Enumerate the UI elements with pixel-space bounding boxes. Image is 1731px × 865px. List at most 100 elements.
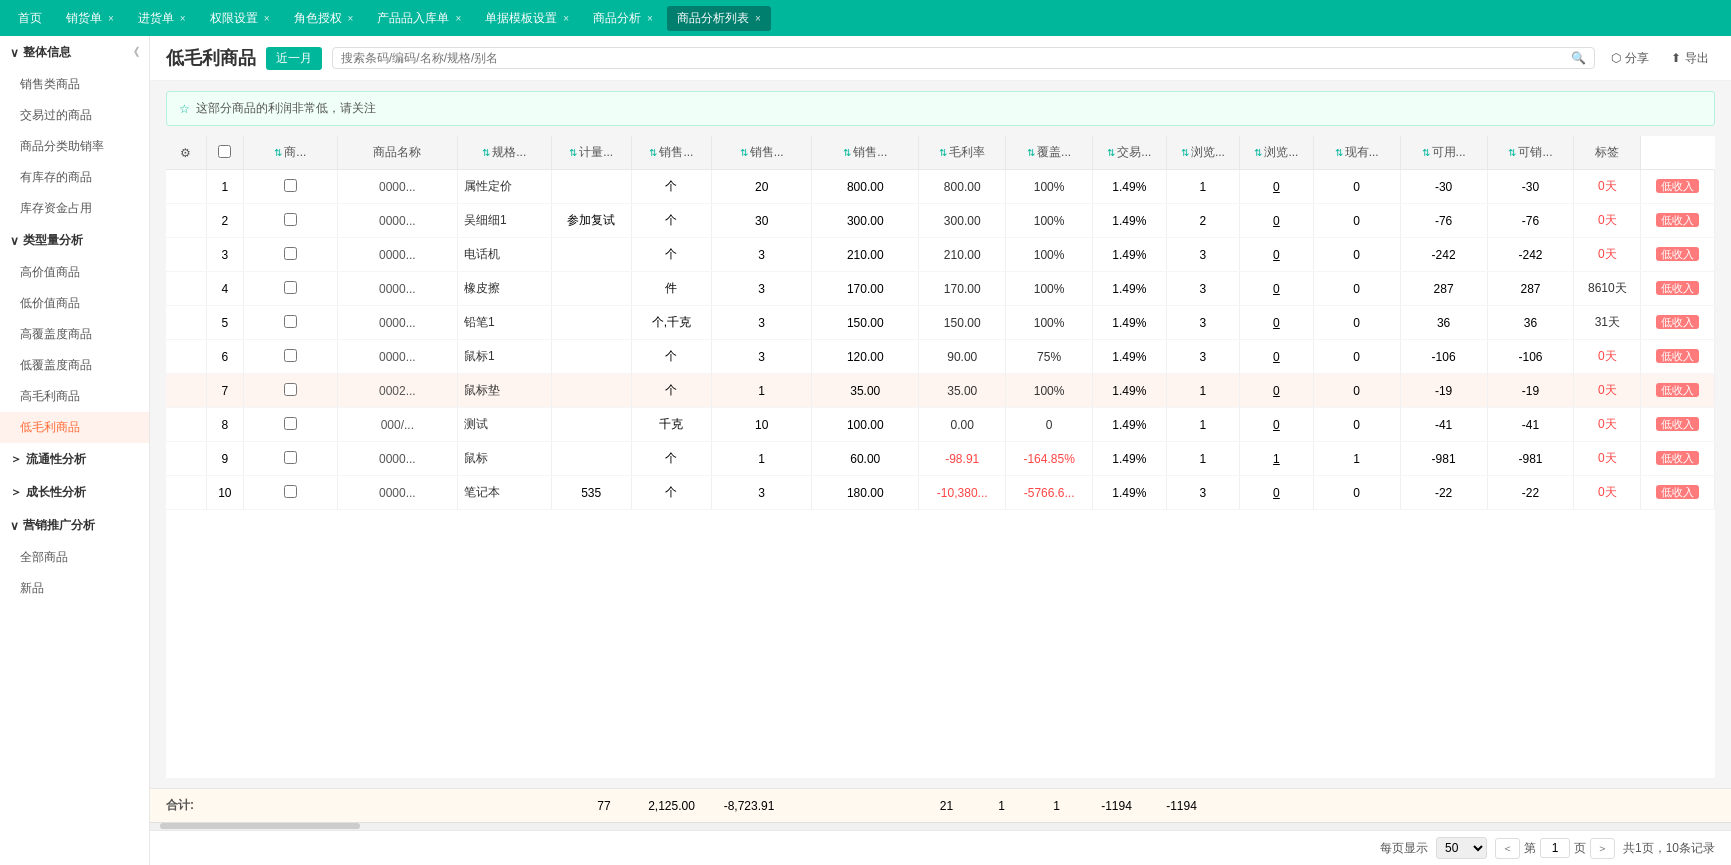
nav-product-entry[interactable]: 产品品入库单 ×: [367, 6, 471, 31]
col-coverage-cell: 1.49%: [1093, 442, 1167, 476]
close-permissions-icon[interactable]: ×: [264, 13, 270, 24]
nav-purchase-order[interactable]: 进货单 ×: [128, 6, 196, 31]
sidebar-group-circulation[interactable]: ＞ 流通性分析: [0, 443, 149, 476]
nav-product-analysis-list[interactable]: 商品分析列表 ×: [667, 6, 771, 31]
th-saleable[interactable]: ⇅可销...: [1487, 136, 1574, 170]
row-checkbox[interactable]: [284, 213, 297, 226]
col-browse1-cell[interactable]: 0: [1240, 170, 1314, 204]
row-checkbox[interactable]: [284, 417, 297, 430]
export-button[interactable]: ⬆ 导出: [1665, 47, 1715, 70]
col-check-cell[interactable]: [244, 408, 338, 442]
sidebar-item-category-rate[interactable]: 商品分类助销率: [0, 131, 149, 162]
settings-icon[interactable]: ⚙: [180, 146, 191, 160]
col-check-cell[interactable]: [244, 476, 338, 510]
search-icon[interactable]: 🔍: [1571, 51, 1586, 65]
col-check-cell[interactable]: [244, 170, 338, 204]
col-browse1-cell[interactable]: 1: [1240, 442, 1314, 476]
col-name-cell: 电话机: [457, 238, 551, 272]
sidebar-item-low-coverage[interactable]: 低覆盖度商品: [0, 350, 149, 381]
sidebar-group-overall[interactable]: ∨ 整体信息 《: [0, 36, 149, 69]
col-browse1-cell[interactable]: 0: [1240, 306, 1314, 340]
col-check-cell[interactable]: [244, 272, 338, 306]
page-suffix-label: 页: [1574, 840, 1586, 857]
th-settings[interactable]: ⚙: [166, 136, 206, 170]
sidebar-item-stock-capital[interactable]: 库存资金占用: [0, 193, 149, 224]
col-sales-qty-cell: 3: [712, 340, 812, 374]
col-check-cell[interactable]: [244, 442, 338, 476]
sidebar-group-type-analysis[interactable]: ∨ 类型量分析: [0, 224, 149, 257]
th-browse1[interactable]: ⇅浏览...: [1166, 136, 1240, 170]
nav-home[interactable]: 首页: [8, 6, 52, 31]
th-unit[interactable]: ⇅计量...: [551, 136, 631, 170]
th-coverage[interactable]: ⇅覆盖...: [1006, 136, 1093, 170]
col-spec-cell: [551, 374, 631, 408]
close-template-settings-icon[interactable]: ×: [563, 13, 569, 24]
th-trade[interactable]: ⇅交易...: [1093, 136, 1167, 170]
col-browse1-cell[interactable]: 0: [1240, 340, 1314, 374]
close-purchase-order-icon[interactable]: ×: [180, 13, 186, 24]
th-gross-rate[interactable]: ⇅毛利率: [919, 136, 1006, 170]
close-role-auth-icon[interactable]: ×: [348, 13, 354, 24]
row-checkbox[interactable]: [284, 247, 297, 260]
close-product-analysis-list-icon[interactable]: ×: [755, 13, 761, 24]
nav-sales-order[interactable]: 销货单 ×: [56, 6, 124, 31]
col-check-cell[interactable]: [244, 374, 338, 408]
col-browse1-cell[interactable]: 0: [1240, 408, 1314, 442]
sidebar-item-all-goods[interactable]: 全部商品: [0, 542, 149, 573]
row-checkbox[interactable]: [284, 179, 297, 192]
col-check-cell[interactable]: [244, 238, 338, 272]
share-button[interactable]: ⬡ 分享: [1605, 47, 1655, 70]
sidebar-item-high-coverage[interactable]: 高覆盖度商品: [0, 319, 149, 350]
sidebar-group-marketing[interactable]: ∨ 营销推广分析: [0, 509, 149, 542]
sidebar-item-high-value[interactable]: 高价值商品: [0, 257, 149, 288]
th-sales-profit[interactable]: ⇅销售...: [812, 136, 919, 170]
row-checkbox[interactable]: [284, 281, 297, 294]
page-number-input[interactable]: [1540, 838, 1570, 858]
th-browse2[interactable]: ⇅浏览...: [1240, 136, 1314, 170]
col-check-cell[interactable]: [244, 204, 338, 238]
sidebar-item-in-stock[interactable]: 有库存的商品: [0, 162, 149, 193]
col-check-cell[interactable]: [244, 306, 338, 340]
per-page-select[interactable]: 50 20 100: [1436, 837, 1487, 859]
th-check[interactable]: [206, 136, 243, 170]
th-current[interactable]: ⇅现有...: [1313, 136, 1400, 170]
close-sales-order-icon[interactable]: ×: [108, 13, 114, 24]
sidebar-item-sales-goods[interactable]: 销售类商品: [0, 69, 149, 100]
horizontal-scrollbar[interactable]: [150, 822, 1731, 830]
sidebar-group-growth[interactable]: ＞ 成长性分析: [0, 476, 149, 509]
th-sales-price[interactable]: ⇅销售...: [712, 136, 812, 170]
period-button[interactable]: 近一月: [266, 47, 322, 70]
th-spec[interactable]: ⇅规格...: [457, 136, 551, 170]
sidebar-item-low-margin[interactable]: 低毛利商品: [0, 412, 149, 443]
th-available[interactable]: ⇅可用...: [1400, 136, 1487, 170]
nav-template-settings[interactable]: 单据模板设置 ×: [475, 6, 579, 31]
sidebar-item-low-value[interactable]: 低价值商品: [0, 288, 149, 319]
row-checkbox[interactable]: [284, 383, 297, 396]
search-input[interactable]: [341, 51, 1565, 65]
close-product-analysis-icon[interactable]: ×: [647, 13, 653, 24]
col-browse2-cell: 0: [1313, 476, 1400, 510]
nav-permissions[interactable]: 权限设置 ×: [200, 6, 280, 31]
close-product-entry-icon[interactable]: ×: [455, 13, 461, 24]
row-checkbox[interactable]: [284, 349, 297, 362]
sidebar-item-traded-goods[interactable]: 交易过的商品: [0, 100, 149, 131]
next-page-button[interactable]: ＞: [1590, 838, 1615, 859]
sidebar-item-high-margin[interactable]: 高毛利商品: [0, 381, 149, 412]
nav-role-auth[interactable]: 角色授权 ×: [284, 6, 364, 31]
collapse-sidebar-btn[interactable]: 《: [128, 45, 139, 60]
col-check-cell[interactable]: [244, 340, 338, 374]
col-browse1-cell[interactable]: 0: [1240, 238, 1314, 272]
col-browse1-cell[interactable]: 0: [1240, 374, 1314, 408]
nav-product-analysis[interactable]: 商品分析 ×: [583, 6, 663, 31]
th-sales-qty[interactable]: ⇅销售...: [631, 136, 711, 170]
th-code[interactable]: ⇅商...: [244, 136, 338, 170]
row-checkbox[interactable]: [284, 485, 297, 498]
sidebar-item-new-goods[interactable]: 新品: [0, 573, 149, 604]
row-checkbox[interactable]: [284, 315, 297, 328]
col-browse1-cell[interactable]: 0: [1240, 272, 1314, 306]
select-all-checkbox[interactable]: [218, 145, 231, 158]
prev-page-button[interactable]: ＜: [1495, 838, 1520, 859]
col-browse1-cell[interactable]: 0: [1240, 204, 1314, 238]
row-checkbox[interactable]: [284, 451, 297, 464]
col-browse1-cell[interactable]: 0: [1240, 476, 1314, 510]
